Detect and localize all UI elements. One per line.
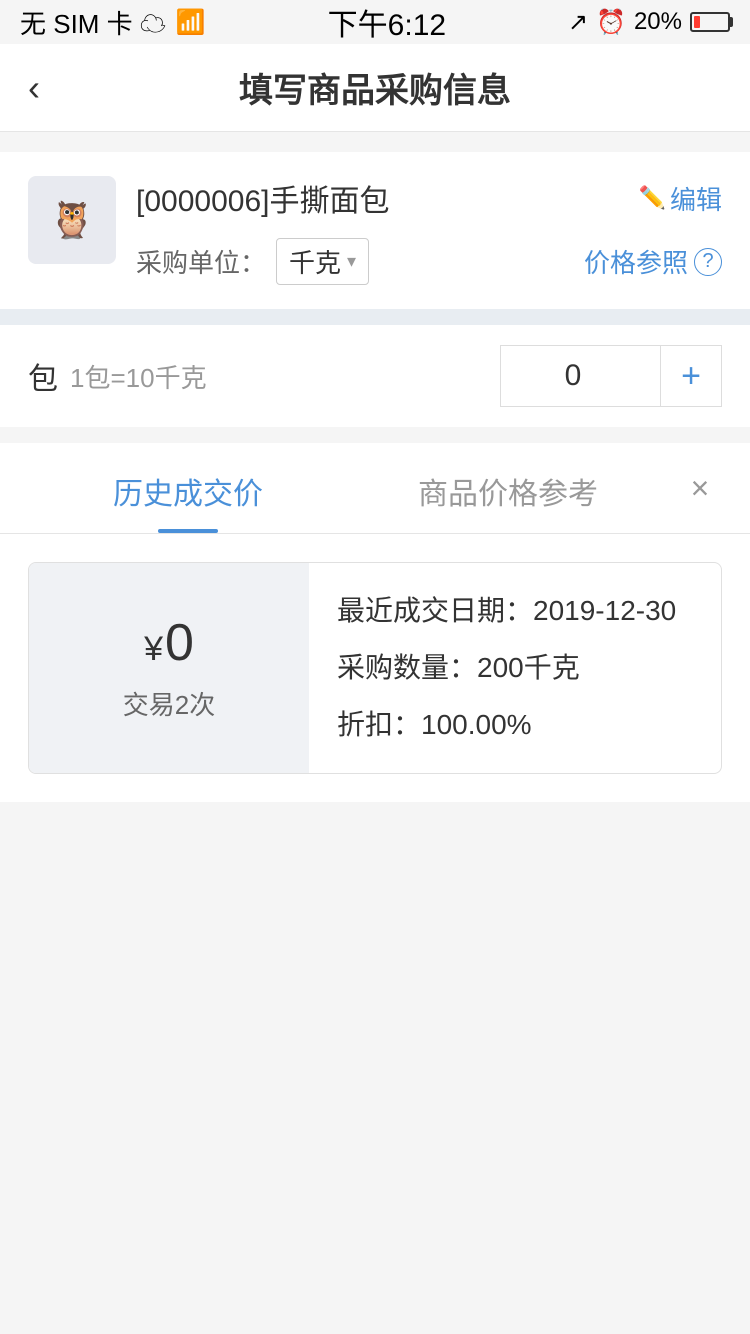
wifi-icon: 📶 [176, 8, 206, 37]
history-content: ¥0 交易2次 最近成交日期：2019-12-30 采购数量：200千克 折扣：… [0, 534, 750, 802]
price-reference-button[interactable]: 价格参照 ? [584, 243, 722, 280]
unit-row: 采购单位： 千克 ▾ 价格参照 ? [136, 238, 722, 285]
quantity-label: 包 1包=10千克 [28, 354, 207, 398]
quantity-plus-button[interactable]: + [660, 345, 722, 407]
recent-date-item: 最近成交日期：2019-12-30 [337, 591, 693, 630]
tab-history-price[interactable]: 历史成交价 [28, 443, 348, 533]
purchase-qty-label: 采购数量： [337, 652, 477, 683]
purchase-qty-value: 200千克 [477, 652, 580, 683]
discount-item: 折扣：100.00% [337, 705, 693, 744]
section-divider [0, 309, 750, 325]
edit-label: 编辑 [670, 180, 722, 217]
purchase-qty-item: 采购数量：200千克 [337, 648, 693, 687]
price-value: 0 [165, 614, 194, 672]
price-ref-label: 价格参照 [584, 243, 688, 280]
history-price-col: ¥0 交易2次 [29, 563, 309, 773]
discount-label: 折扣： [337, 709, 421, 740]
tabs-close-button[interactable]: × [678, 466, 722, 510]
history-detail-col: 最近成交日期：2019-12-30 采购数量：200千克 折扣：100.00% [309, 563, 721, 773]
sim-label: 无 SIM 卡 ☁ [20, 4, 166, 41]
status-left: 无 SIM 卡 ☁ 📶 [20, 4, 206, 41]
product-info: [0000006]手撕面包 ✏️ 编辑 采购单位： 千克 ▾ 价格参照 [136, 176, 722, 285]
header: ‹ 填写商品采购信息 [0, 44, 750, 132]
status-right: ↗ ⏰ 20% [568, 8, 730, 37]
unit-select[interactable]: 千克 ▾ [276, 238, 369, 285]
back-button[interactable]: ‹ [28, 67, 40, 109]
location-icon: ↗ [568, 8, 588, 37]
unit-value: 千克 [289, 243, 341, 280]
battery-icon [690, 12, 730, 32]
page-title: 填写商品采购信息 [239, 63, 511, 112]
status-time: 下午6:12 [328, 0, 446, 44]
unit-label: 采购单位： 千克 ▾ [136, 238, 369, 285]
price-ref-help-icon: ? [694, 248, 722, 276]
tabs-header: 历史成交价 商品价格参考 × [0, 443, 750, 534]
product-row: 🦉 [0000006]手撕面包 ✏️ 编辑 采购单位： 千克 ▾ [28, 176, 722, 285]
quantity-unit: 包 [28, 354, 58, 398]
product-id: [0000006] [136, 185, 269, 218]
quantity-conversion: 1包=10千克 [70, 358, 207, 395]
product-title: 手撕面包 [269, 185, 389, 218]
discount-value: 100.00% [421, 709, 532, 740]
recent-date-value: 2019-12-30 [533, 595, 676, 626]
edit-button[interactable]: ✏️ 编辑 [639, 180, 722, 217]
currency-symbol: ¥ [144, 630, 163, 668]
trade-count: 交易2次 [123, 685, 215, 722]
product-name-row: [0000006]手撕面包 ✏️ 编辑 [136, 176, 722, 220]
battery-percent: 20% [634, 8, 682, 36]
product-card: 🦉 [0000006]手撕面包 ✏️ 编辑 采购单位： 千克 ▾ [0, 152, 750, 309]
quantity-input[interactable] [500, 345, 660, 407]
product-thumb-icon: 🦉 [50, 199, 95, 241]
quantity-row: 包 1包=10千克 + [0, 325, 750, 427]
history-price-amount: ¥0 [144, 613, 194, 673]
recent-date-label: 最近成交日期： [337, 595, 533, 626]
edit-icon: ✏️ [639, 185, 666, 211]
history-price-card: ¥0 交易2次 最近成交日期：2019-12-30 采购数量：200千克 折扣：… [28, 562, 722, 774]
unit-select-arrow-icon: ▾ [347, 251, 356, 272]
product-thumbnail: 🦉 [28, 176, 116, 264]
alarm-icon: ⏰ [596, 8, 626, 37]
tab-product-price-ref[interactable]: 商品价格参考 [348, 443, 668, 533]
quantity-controls: + [500, 345, 722, 407]
bottom-space [0, 802, 750, 1202]
product-name: [0000006]手撕面包 [136, 176, 389, 220]
unit-label-text: 采购单位： [136, 243, 266, 280]
status-bar: 无 SIM 卡 ☁ 📶 下午6:12 ↗ ⏰ 20% [0, 0, 750, 44]
tabs-panel: 历史成交价 商品价格参考 × ¥0 交易2次 最近成交日期：2019-12-30… [0, 443, 750, 802]
